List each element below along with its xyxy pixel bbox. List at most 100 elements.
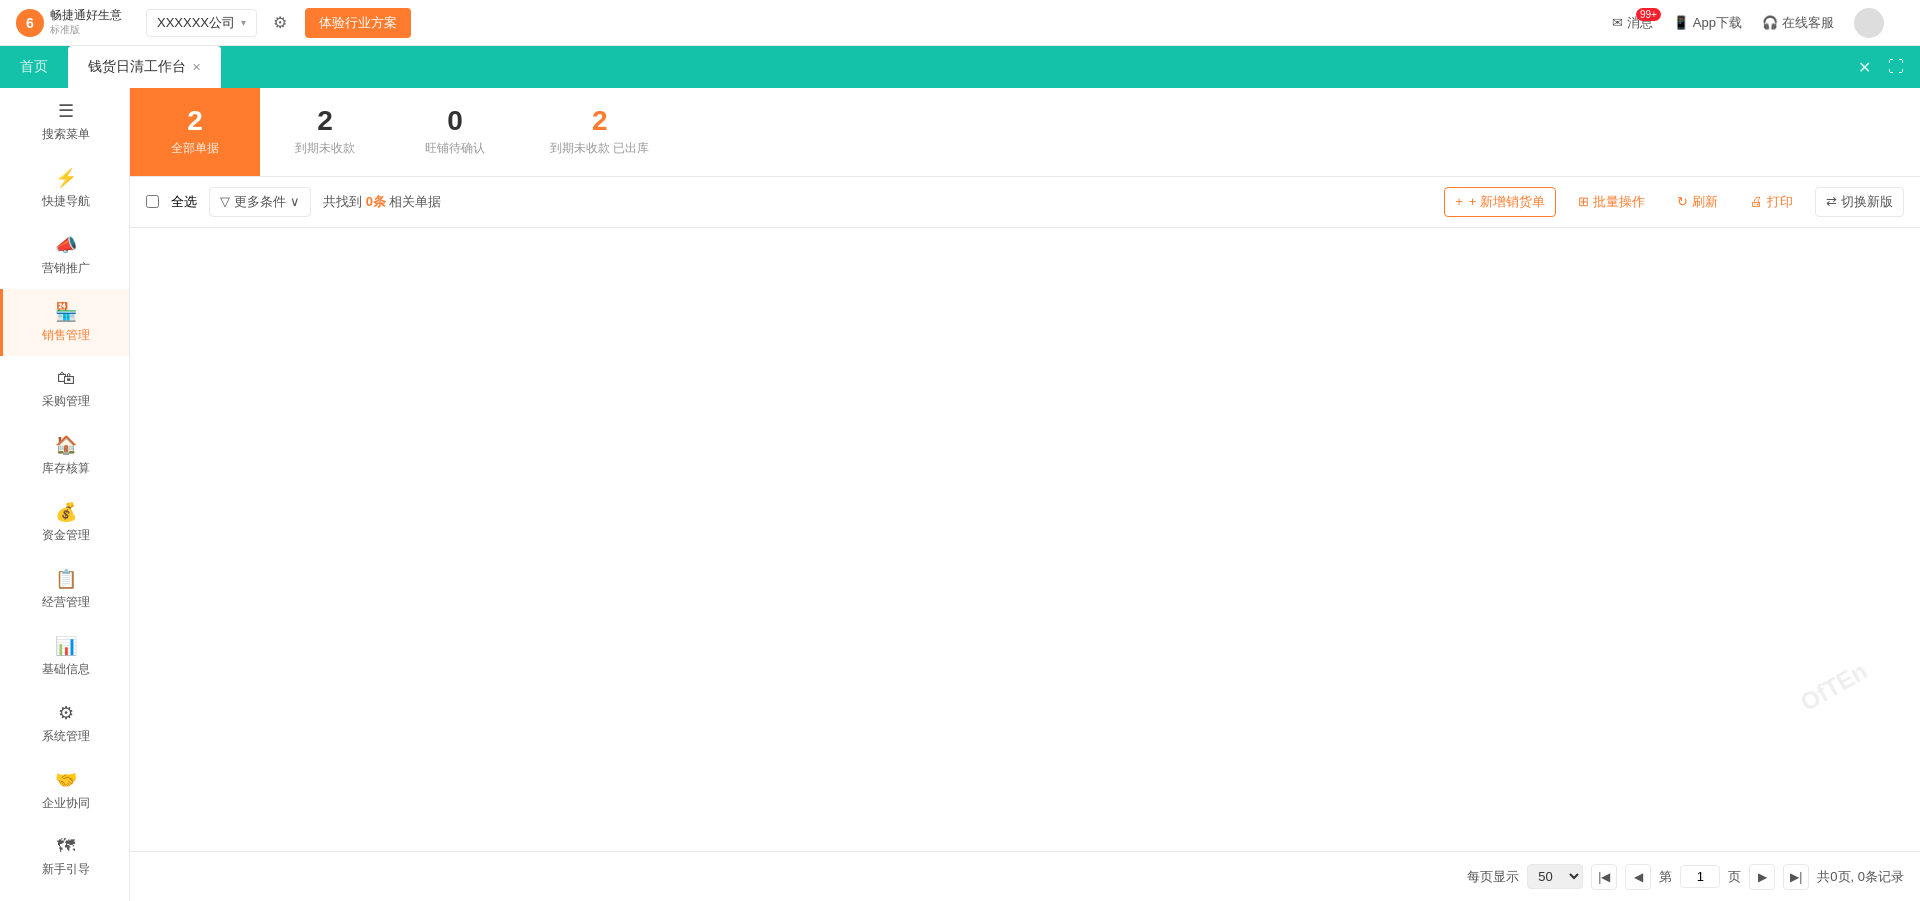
stat-label-wangpu: 旺铺待确认 [425,140,485,157]
main-layout: ☰ 搜索菜单 ⚡ 快捷导航 📣 营销推广 🏪 销售管理 🛍 采购管理 🏠 库存核… [0,88,1920,901]
online-service-action[interactable]: 🎧 在线客服 [1762,14,1834,32]
stat-num-wangpu: 0 [447,104,463,138]
sidebar-item-quicknav[interactable]: ⚡ 快捷导航 [0,155,129,222]
stat-num-all: 2 [187,104,203,138]
toolbar: 全选 ▽ 更多条件 ∨ 共找到 0条 相关单据 + + 新增销货单 ⊞ 批量操作 [130,177,1920,228]
filter-button[interactable]: ▽ 更多条件 ∨ [209,187,311,217]
tab-bar: 首页 钱货日清工作台 ✕ ✕ ⛶ [0,46,1920,88]
stat-num-overdue: 2 [317,104,333,138]
purchase-icon: 🛍 [57,368,75,389]
sidebar-label-enterprise: 企业协同 [42,795,90,812]
sidebar-label-sales: 销售管理 [42,327,90,344]
app-download-action[interactable]: 📱 App下载 [1673,14,1742,32]
found-text: 共找到 0条 相关单据 [323,193,441,211]
sidebar-label-basic-info: 基础信息 [42,661,90,678]
settings-icon[interactable]: ⚙ [265,8,295,38]
sidebar-label-search: 搜索菜单 [42,126,90,143]
stat-card-overdue[interactable]: 2 到期未收款 [260,88,390,176]
sidebar-label-quicknav: 快捷导航 [42,193,90,210]
quick-nav-icon: ⚡ [55,167,77,189]
marketing-icon: 📣 [55,234,77,256]
finance-icon: 💰 [55,501,77,523]
stat-card-shipped[interactable]: 2 到期未收款 已出库 [520,88,679,176]
company-selector[interactable]: XXXXXX公司 ▾ [146,9,257,37]
tab-workbench[interactable]: 钱货日清工作台 ✕ [68,46,221,88]
operation-icon: 📋 [55,568,77,590]
logo-area: 6 畅捷通好生意 标准版 [16,8,146,38]
trial-button[interactable]: 体验行业方案 [305,8,411,38]
app-edition: 标准版 [50,23,122,37]
found-count: 0条 [366,194,386,209]
filter-icon: ▽ [220,194,230,209]
chevron-icon: ∨ [290,194,300,209]
first-page-button[interactable]: |◀ [1591,864,1617,890]
sidebar-item-basic-info[interactable]: 📊 基础信息 [0,623,129,690]
sidebar-item-marketing[interactable]: 📣 营销推广 [0,222,129,289]
sidebar-item-finance[interactable]: 💰 资金管理 [0,489,129,556]
sidebar-item-operation[interactable]: 📋 经营管理 [0,556,129,623]
sidebar-label-inventory: 库存核算 [42,460,90,477]
basic-info-icon: 📊 [55,635,77,657]
stats-row: 2 全部单据 2 到期未收款 0 旺铺待确认 2 到期未收款 已出库 [130,88,1920,177]
logo-icon: 6 [16,9,44,37]
guide-icon: 🗺 [57,836,75,857]
per-page-select[interactable]: 50 100 200 [1527,864,1583,889]
per-page-label: 每页显示 [1467,868,1519,886]
next-page-button[interactable]: ▶ [1749,864,1775,890]
prev-page-button[interactable]: ◀ [1625,864,1651,890]
expand-icon[interactable]: ⛶ [1884,55,1908,79]
last-page-button[interactable]: ▶| [1783,864,1809,890]
system-icon: ⚙ [58,702,74,724]
stat-card-all[interactable]: 2 全部单据 [130,88,260,176]
total-info: 共0页, 0条记录 [1817,868,1904,886]
sidebar-item-search[interactable]: ☰ 搜索菜单 [0,88,129,155]
sidebar-item-purchase[interactable]: 🛍 采购管理 [0,356,129,422]
message-badge: 99+ [1636,8,1661,21]
print-button[interactable]: 🖨 打印 [1740,188,1803,216]
sidebar-item-inventory[interactable]: 🏠 库存核算 [0,422,129,489]
tab-home[interactable]: 首页 [0,46,68,88]
select-all-checkbox[interactable] [146,195,159,208]
chevron-down-icon: ▾ [241,17,246,28]
message-icon: ✉ [1612,15,1623,30]
online-service-label: 在线客服 [1782,14,1834,32]
sidebar-item-appcenter[interactable]: 📦 应用中心 [0,890,129,901]
batch-button[interactable]: ⊞ 批量操作 [1568,188,1655,216]
messages-action[interactable]: ✉ 消息 99+ [1612,14,1653,32]
toolbar-right: + + 新增销货单 ⊞ 批量操作 ↻ 刷新 🖨 打印 ⇄ 切换新版 [1444,187,1904,217]
batch-icon: ⊞ [1578,194,1589,209]
top-header: 6 畅捷通好生意 标准版 XXXXXX公司 ▾ ⚙ 体验行业方案 ✉ 消息 99… [0,0,1920,46]
enterprise-icon: 🤝 [55,769,77,791]
stat-card-wangpu[interactable]: 0 旺铺待确认 [390,88,520,176]
filter-label: 更多条件 [234,193,286,211]
print-icon: 🖨 [1750,194,1763,209]
sidebar-item-guide[interactable]: 🗺 新手引导 [0,824,129,890]
minimize-icon[interactable]: ✕ [1852,55,1876,79]
sidebar-label-marketing: 营销推广 [42,260,90,277]
page-label: 第 [1659,868,1672,886]
sidebar-label-guide: 新手引导 [42,861,90,878]
sidebar-label-system: 系统管理 [42,728,90,745]
sidebar-item-enterprise[interactable]: 🤝 企业协同 [0,757,129,824]
page-input[interactable] [1680,865,1720,888]
stat-label-overdue: 到期未收款 [295,140,355,157]
refresh-button[interactable]: ↻ 刷新 [1667,188,1728,216]
close-icon[interactable]: ✕ [192,61,201,74]
sidebar-item-sales[interactable]: 🏪 销售管理 [0,289,129,356]
sidebar-label-finance: 资金管理 [42,527,90,544]
stat-num-shipped: 2 [592,104,608,138]
sidebar-label-operation: 经营管理 [42,594,90,611]
app-download-label: App下载 [1693,14,1742,32]
company-name: XXXXXX公司 [157,14,235,32]
avatar[interactable] [1854,8,1884,38]
sidebar-item-system[interactable]: ⚙ 系统管理 [0,690,129,757]
page-label2: 页 [1728,868,1741,886]
stat-label-shipped: 到期未收款 已出库 [550,140,649,157]
app-name: 畅捷通好生意 [50,8,122,24]
add-order-button[interactable]: + + 新增销货单 [1444,187,1556,217]
pagination-bar: 每页显示 50 100 200 |◀ ◀ 第 页 ▶ ▶| 共0页, 0条记录 [130,851,1920,901]
switch-new-button[interactable]: ⇄ 切换新版 [1815,187,1904,217]
header-right: ✉ 消息 99+ 📱 App下载 🎧 在线客服 [1612,8,1904,38]
stat-label-all: 全部单据 [171,140,219,157]
sidebar-label-purchase: 采购管理 [42,393,90,410]
